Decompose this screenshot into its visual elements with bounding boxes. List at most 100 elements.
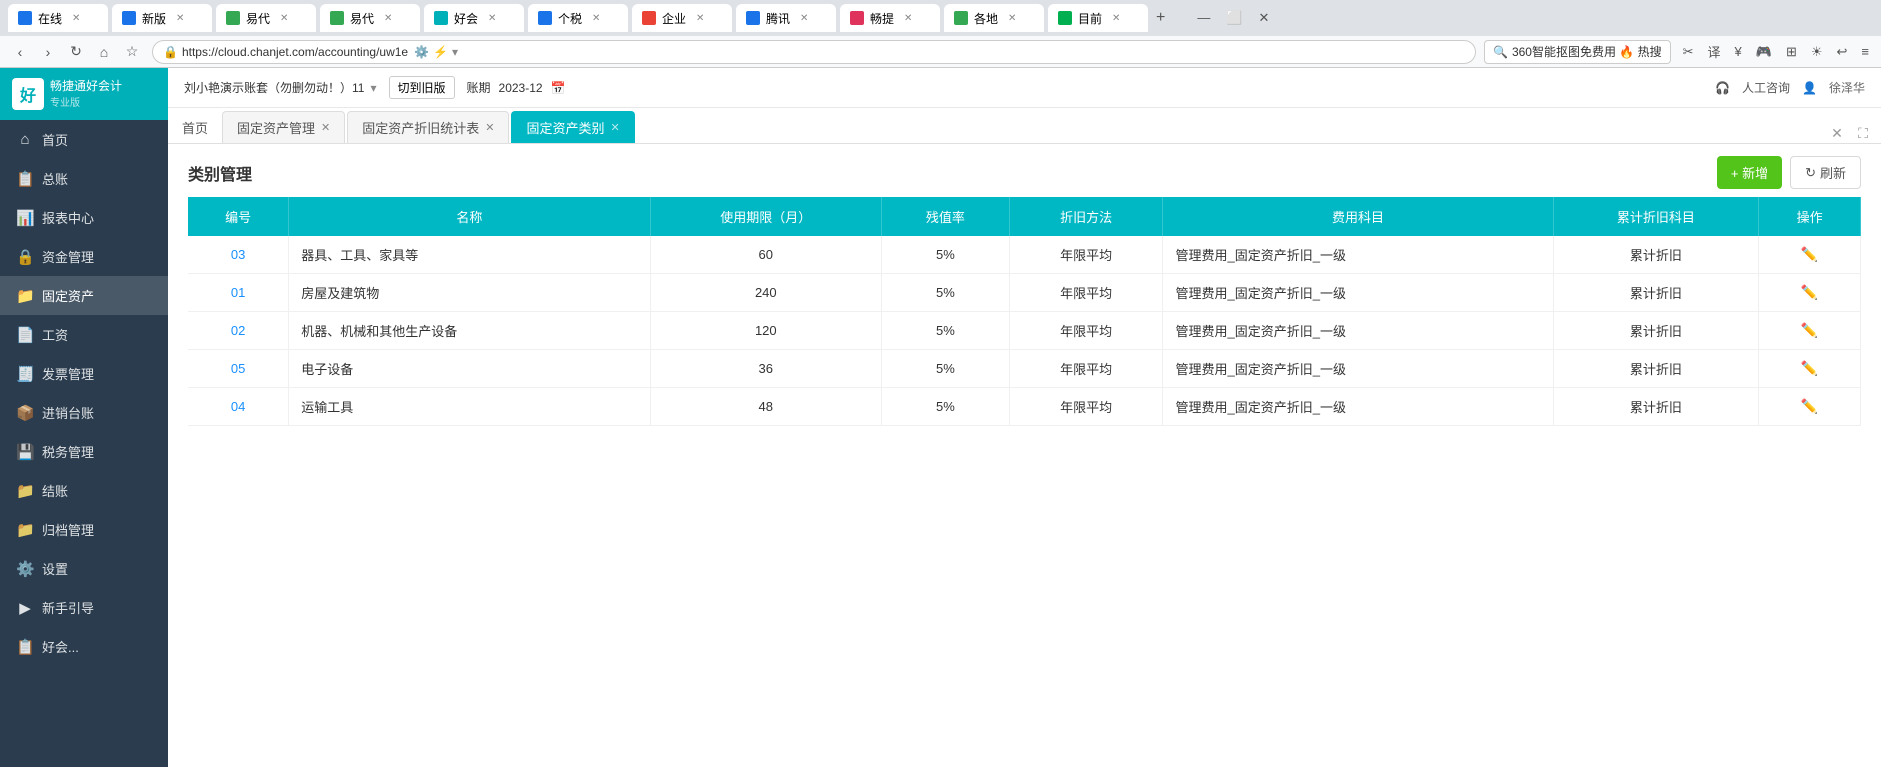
home-button[interactable]: ⌂: [92, 40, 116, 64]
cell-code-2[interactable]: 02: [188, 312, 289, 350]
sidebar-item-ledger[interactable]: 📋 总账: [0, 159, 168, 198]
bookmark-button[interactable]: ☆: [120, 40, 144, 64]
cell-code-3[interactable]: 05: [188, 350, 289, 388]
edit-button-1[interactable]: ✏️: [1801, 284, 1818, 300]
browser-tab-new[interactable]: 新版 ✕: [112, 4, 212, 32]
grid-icon[interactable]: ⊞: [1782, 42, 1801, 62]
table-row: 01 房屋及建筑物 240 5% 年限平均 管理费用_固定资产折旧_一级 累计折…: [188, 274, 1861, 312]
browser-tab-haohui[interactable]: 好会 ✕: [424, 4, 524, 32]
user-dropdown-icon[interactable]: ▾: [370, 81, 376, 95]
cell-code-1[interactable]: 01: [188, 274, 289, 312]
tab-close-haohui[interactable]: ✕: [488, 13, 496, 24]
sidebar-item-fixed-asset[interactable]: 📁 固定资产: [0, 276, 168, 315]
browser-tab-current[interactable]: 目前 ✕: [1048, 4, 1148, 32]
tab-close-current[interactable]: ✕: [1112, 13, 1120, 24]
browser-tab-yidai2[interactable]: 易代 ✕: [320, 4, 420, 32]
tab-icon-yidai2: [330, 11, 344, 25]
edit-button-4[interactable]: ✏️: [1801, 398, 1818, 414]
category-table: 编号 名称 使用期限（月） 残值率 折旧方法 费用科目 累计折旧科目 操作 03…: [188, 197, 1861, 426]
calendar-icon[interactable]: 📅: [551, 81, 566, 95]
translate-icon[interactable]: 译: [1704, 40, 1725, 63]
search-bar[interactable]: 🔍 360智能抠图免费用 🔥 热搜: [1484, 40, 1671, 64]
sidebar-item-checkout[interactable]: 📁 结账: [0, 471, 168, 510]
back-button[interactable]: ‹: [8, 40, 32, 64]
browser-tab-enterprise[interactable]: 企业 ✕: [632, 4, 732, 32]
tab-close-tencent[interactable]: ✕: [800, 13, 808, 24]
settings-icon: ⚙️: [16, 560, 34, 578]
tab-close-fixed-asset-manage[interactable]: ✕: [321, 121, 330, 134]
sidebar-item-archive[interactable]: 📁 归档管理: [0, 510, 168, 549]
tab-label: 固定资产类别: [526, 118, 604, 137]
switch-version-button[interactable]: 切到旧版: [389, 76, 455, 99]
minimize-button[interactable]: —: [1191, 8, 1216, 28]
scissors-icon[interactable]: ✂: [1679, 42, 1698, 62]
sidebar-item-tax[interactable]: 💾 税务管理: [0, 432, 168, 471]
sidebar-item-label: 结账: [42, 481, 68, 500]
sidebar-item-label: 设置: [42, 559, 68, 578]
browser-tab-tencent[interactable]: 腾讯 ✕: [736, 4, 836, 32]
sidebar-item-more[interactable]: 📋 好会...: [0, 627, 168, 666]
col-code: 编号: [188, 197, 289, 236]
cell-residual-0: 5%: [882, 236, 1010, 274]
edit-button-3[interactable]: ✏️: [1801, 360, 1818, 376]
tab-fixed-asset-manage[interactable]: 固定资产管理 ✕: [222, 111, 345, 143]
tab-close-enterprise[interactable]: ✕: [696, 13, 704, 24]
wallet-icon[interactable]: ¥: [1731, 42, 1746, 61]
tab-close-yidai2[interactable]: ✕: [384, 13, 392, 24]
close-browser-button[interactable]: ✕: [1253, 8, 1276, 28]
cell-code-4[interactable]: 04: [188, 388, 289, 426]
game-icon[interactable]: 🎮: [1752, 42, 1776, 62]
browser-tab-changtui[interactable]: 畅提 ✕: [840, 4, 940, 32]
tab-depreciation-table[interactable]: 固定资产折旧统计表 ✕: [347, 111, 509, 143]
refresh-button[interactable]: ↻: [64, 40, 88, 64]
browser-tab-tax[interactable]: 个税 ✕: [528, 4, 628, 32]
app-container: 好 畅捷通好会计 专业版 ⌂ 首页 📋 总账 📊 报表中心 🔒 资金管理 📁 固…: [0, 68, 1881, 767]
table-row: 05 电子设备 36 5% 年限平均 管理费用_固定资产折旧_一级 累计折旧 ✏…: [188, 350, 1861, 388]
logo-text: 畅捷通好会计: [50, 79, 122, 95]
menu-icon[interactable]: ≡: [1857, 42, 1873, 61]
cell-code-0[interactable]: 03: [188, 236, 289, 274]
sidebar-item-payroll[interactable]: 📄 工资: [0, 315, 168, 354]
tab-close-asset-category[interactable]: ✕: [611, 121, 620, 134]
url-bar[interactable]: 🔒 https://cloud.chanjet.com/accounting/u…: [152, 40, 1476, 64]
sidebar-item-report[interactable]: 📊 报表中心: [0, 198, 168, 237]
panel-close-icon[interactable]: ✕: [1827, 123, 1847, 143]
new-tab-button[interactable]: +: [1156, 9, 1165, 27]
forward-button[interactable]: ›: [36, 40, 60, 64]
ledger-icon: 📋: [16, 170, 34, 188]
tab-home[interactable]: 首页: [168, 112, 222, 143]
add-button[interactable]: + 新增: [1717, 156, 1782, 189]
checkout-icon: 📁: [16, 482, 34, 500]
tab-close-new[interactable]: ✕: [176, 13, 184, 24]
tab-close-depreciation-table[interactable]: ✕: [485, 121, 494, 134]
sidebar-item-guide[interactable]: ▶ 新手引导: [0, 588, 168, 627]
tab-close-gedi[interactable]: ✕: [1008, 13, 1016, 24]
browser-tab-online[interactable]: 在线 ✕: [8, 4, 108, 32]
refresh-btn[interactable]: ↻ 刷新: [1790, 156, 1861, 189]
browser-tab-gedi[interactable]: 各地 ✕: [944, 4, 1044, 32]
sidebar-item-settings[interactable]: ⚙️ 设置: [0, 549, 168, 588]
service-label[interactable]: 人工咨询: [1742, 79, 1790, 96]
browser-tab-yidai1[interactable]: 易代 ✕: [216, 4, 316, 32]
tab-close-yidai1[interactable]: ✕: [280, 13, 288, 24]
sidebar-item-fund[interactable]: 🔒 资金管理: [0, 237, 168, 276]
cell-accumulated-2: 累计折旧: [1553, 312, 1759, 350]
undo-icon[interactable]: ↩: [1833, 42, 1852, 62]
panel-maximize-icon[interactable]: ⛶: [1853, 123, 1873, 143]
sidebar-item-invoice[interactable]: 🧾 发票管理: [0, 354, 168, 393]
tab-close-changtui[interactable]: ✕: [904, 13, 912, 24]
edit-button-0[interactable]: ✏️: [1801, 246, 1818, 262]
edit-button-2[interactable]: ✏️: [1801, 322, 1818, 338]
sun-icon[interactable]: ☀: [1807, 42, 1827, 62]
tab-close-online[interactable]: ✕: [72, 13, 80, 24]
cell-months-2: 120: [650, 312, 882, 350]
sidebar-item-home[interactable]: ⌂ 首页: [0, 120, 168, 159]
restore-button[interactable]: ⬜: [1220, 8, 1248, 28]
sidebar-item-label: 报表中心: [42, 208, 94, 227]
main-content: 类别管理 + 新增 ↻ 刷新 编号 名称 使用期限（月）: [168, 144, 1881, 767]
sidebar-item-purchase-sale[interactable]: 📦 进销台账: [0, 393, 168, 432]
tab-asset-category[interactable]: 固定资产类别 ✕: [511, 111, 634, 143]
cell-months-4: 48: [650, 388, 882, 426]
archive-icon: 📁: [16, 521, 34, 539]
tab-close-tax[interactable]: ✕: [592, 13, 600, 24]
